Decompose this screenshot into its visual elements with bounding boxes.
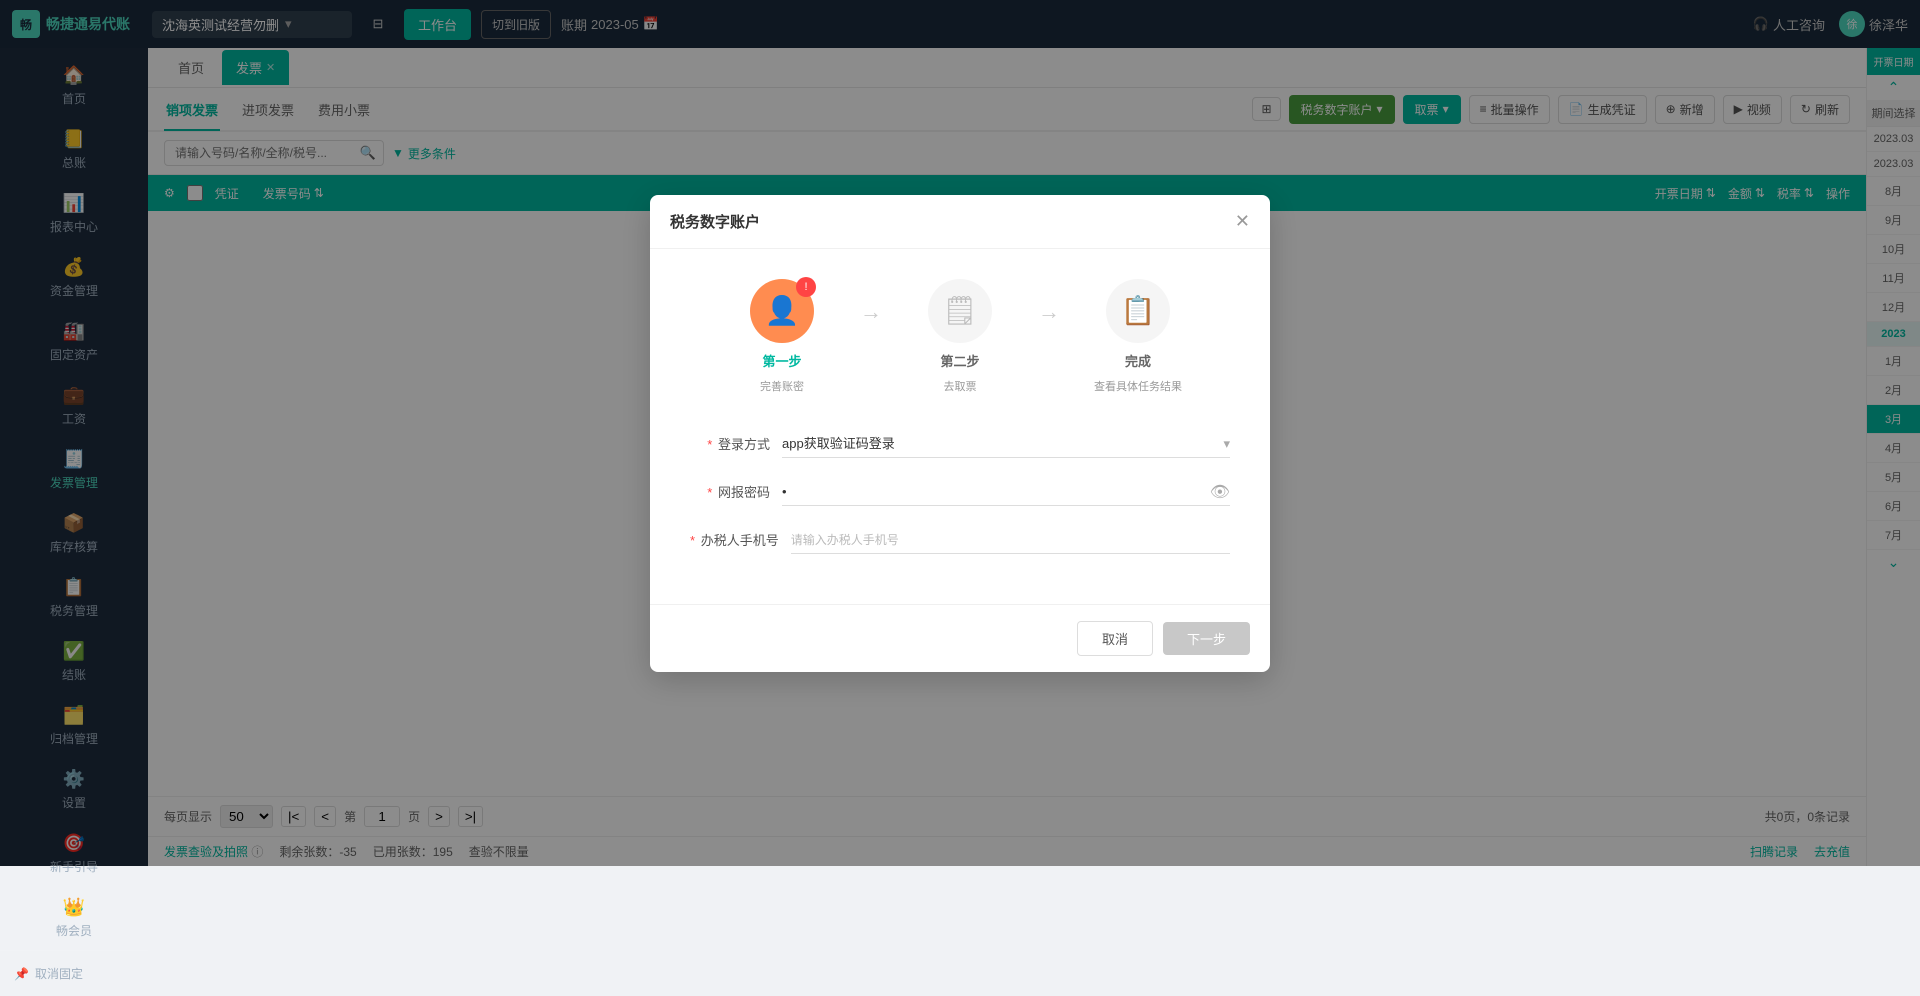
tax-account-modal: 税务数字账户 ✕ 👤 ! 第一步 完善账密 → [650,195,1270,672]
password-row: * 网报密码 👁 [690,478,1230,506]
step-2-label: 第二步 [940,351,979,370]
login-method-row: * 登录方式 app获取验证码登录 ▾ [690,430,1230,458]
sidebar-item-member[interactable]: 👑 畅会员 [6,887,142,949]
step-3: 📋 完成 查看具体任务结果 [1068,279,1208,394]
password-input[interactable] [782,478,1230,506]
step-arrow-1: → [852,299,890,325]
step-2-desc: 去取票 [944,378,977,394]
steps-row: 👤 ! 第一步 完善账密 → 🗒 第二步 去取票 → [690,279,1230,394]
phone-control [791,526,1230,554]
modal-title: 税务数字账户 [670,211,760,232]
sidebar-item-label: 畅会员 [56,922,92,939]
step-2: 🗒 第二步 去取票 [890,279,1030,394]
step-1-badge: ! [796,277,816,297]
login-method-label: * 登录方式 [690,434,770,453]
step-1-desc: 完善账密 [760,378,804,394]
step-2-icon-wrap: 🗒 [928,279,992,343]
pin-icon: 📌 [14,967,29,981]
login-method-control: app获取验证码登录 ▾ [782,430,1230,458]
unpin-button[interactable]: 📌 取消固定 [6,959,142,988]
modal-body: 👤 ! 第一步 完善账密 → 🗒 第二步 去取票 → [650,249,1270,604]
cancel-button[interactable]: 取消 [1077,621,1153,656]
modal-overlay[interactable]: 税务数字账户 ✕ 👤 ! 第一步 完善账密 → [0,0,1920,866]
step-3-desc: 查看具体任务结果 [1094,378,1182,394]
phone-input[interactable] [791,526,1230,554]
step-1: 👤 ! 第一步 完善账密 [712,279,852,394]
step-1-label: 第一步 [762,351,801,370]
step-3-icon: 📋 [1121,294,1156,327]
member-icon: 👑 [63,897,85,918]
phone-row: * 办税人手机号 [690,526,1230,554]
modal-close-button[interactable]: ✕ [1235,212,1250,230]
password-label: * 网报密码 [690,482,770,501]
modal-header: 税务数字账户 ✕ [650,195,1270,249]
login-method-select[interactable]: app获取验证码登录 [782,430,1230,458]
step-1-icon: 👤 [765,294,800,327]
step-3-icon-wrap: 📋 [1106,279,1170,343]
step-1-icon-wrap: 👤 ! [750,279,814,343]
step-2-icon: 🗒 [942,294,978,327]
modal-footer: 取消 下一步 [650,604,1270,672]
step-arrow-2: → [1030,299,1068,325]
phone-label: * 办税人手机号 [690,530,779,549]
password-control: 👁 [782,478,1230,506]
step-3-label: 完成 [1125,351,1151,370]
next-button[interactable]: 下一步 [1163,622,1250,655]
sidebar-bottom: 📌 取消固定 [0,950,148,996]
password-eye-icon[interactable]: 👁 [1210,482,1230,502]
